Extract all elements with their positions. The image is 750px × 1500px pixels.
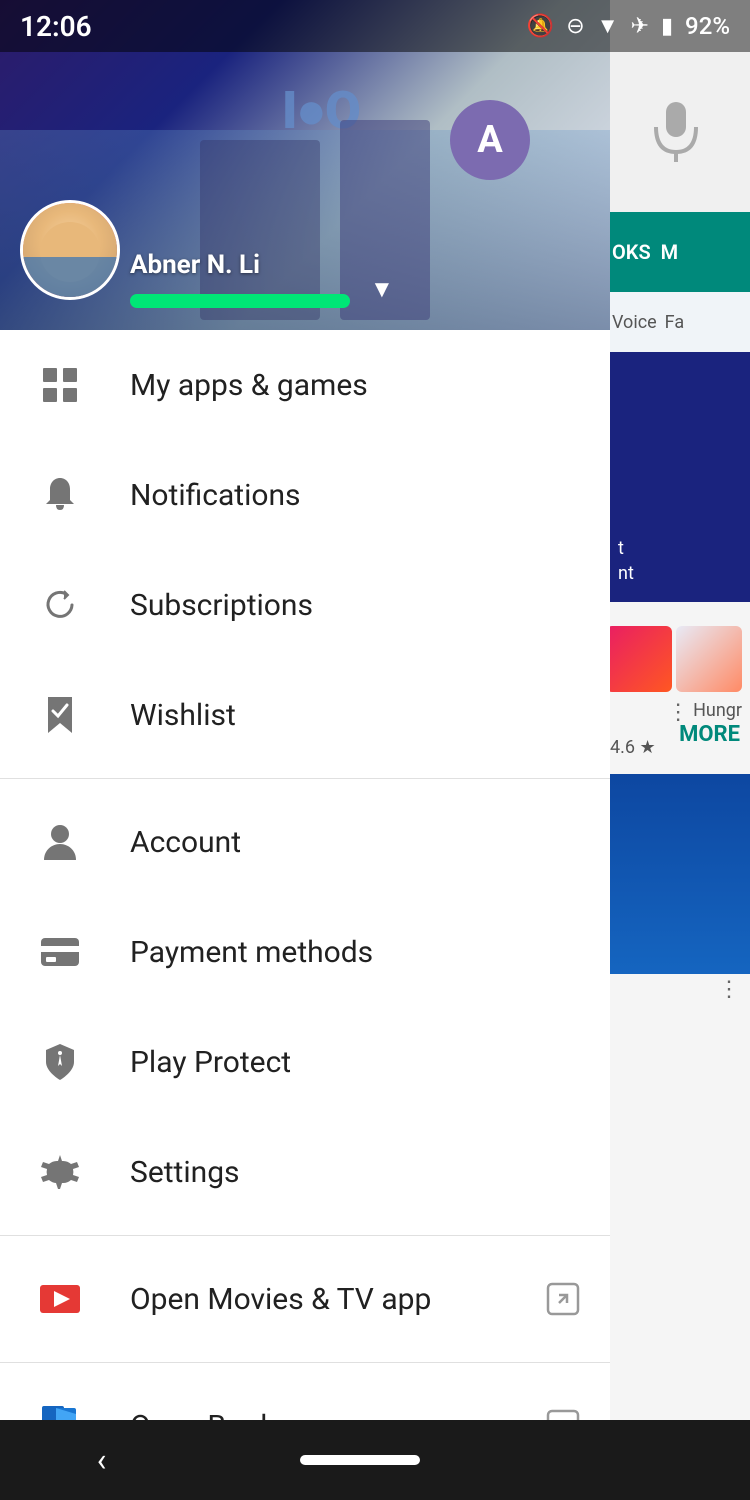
- books-tab-label[interactable]: OKS: [612, 240, 651, 264]
- menu-label-settings: Settings: [130, 1155, 240, 1190]
- menu-item-my-apps[interactable]: My apps & games: [0, 330, 610, 440]
- menu-item-subscriptions[interactable]: Subscriptions: [0, 550, 610, 660]
- menu-item-payment[interactable]: Payment methods: [0, 897, 610, 1007]
- right-tabs-area: OKS M: [602, 212, 750, 292]
- divider-after-movies-tv: [0, 1362, 610, 1363]
- menu-label-books: Open Books app: [130, 1409, 348, 1421]
- shield-icon: [30, 1032, 90, 1092]
- menu-item-movies-tv[interactable]: Open Movies & TV app: [0, 1244, 610, 1354]
- app-thumb-1[interactable]: [606, 626, 672, 692]
- right-overlay: OKS M Voice Fa tnt MORE ⋮ Hungr 4.6 ★ ⋮: [602, 0, 750, 1500]
- gear-icon: [30, 1142, 90, 1202]
- fam-label: Fa: [665, 312, 684, 333]
- person-icon: [30, 812, 90, 872]
- battery-icon: ▮: [661, 14, 673, 39]
- wifi-icon: ▼: [597, 13, 619, 39]
- status-bar: 12:06 🔕 ⊖ ▼ ✈ ▮ 92%: [0, 0, 750, 52]
- overflow-dots-2[interactable]: ⋮: [718, 977, 740, 1002]
- books-icon: [30, 1396, 90, 1420]
- divider-after-settings: [0, 1235, 610, 1236]
- menu-item-account[interactable]: Account: [0, 787, 610, 897]
- bell-icon: [30, 465, 90, 525]
- voice-label: Voice: [612, 312, 657, 333]
- avatar-a[interactable]: A: [450, 100, 530, 180]
- external-link-icon-movies-tv: [546, 1282, 580, 1316]
- status-icons: 🔕 ⊖ ▼ ✈ ▮ 92%: [527, 12, 730, 40]
- menu-item-settings[interactable]: Settings: [0, 1117, 610, 1227]
- menu-label-movies-tv: Open Movies & TV app: [130, 1282, 431, 1317]
- app-banner: [602, 774, 750, 974]
- menu-item-books[interactable]: Open Books app: [0, 1371, 610, 1420]
- status-time: 12:06: [20, 10, 92, 43]
- featured-dark-area: tnt: [602, 352, 750, 602]
- menu-label-payment: Payment methods: [130, 935, 373, 970]
- menu-label-account: Account: [130, 825, 241, 860]
- mic-area[interactable]: [602, 52, 750, 212]
- bottom-navigation: ‹: [0, 1420, 750, 1500]
- dropdown-arrow[interactable]: ▼: [370, 275, 394, 304]
- divider-after-wishlist: [0, 778, 610, 779]
- grid-icon: [30, 355, 90, 415]
- bookmark-check-icon: [30, 685, 90, 745]
- menu-item-wishlist[interactable]: Wishlist: [0, 660, 610, 770]
- progress-bar: [130, 294, 350, 308]
- menu-label-my-apps: My apps & games: [130, 368, 368, 403]
- app-thumb-2[interactable]: [676, 626, 742, 692]
- credit-card-icon: [30, 922, 90, 982]
- menu-label-subscriptions: Subscriptions: [130, 588, 313, 623]
- avatar-letter: A: [477, 118, 503, 162]
- menu-label-notifications: Notifications: [130, 478, 301, 513]
- menu-label-wishlist: Wishlist: [130, 698, 236, 733]
- external-link-icon-books: [546, 1409, 580, 1420]
- minus-circle-icon: ⊖: [566, 14, 584, 39]
- refresh-icon: [30, 575, 90, 635]
- menu-label-play-protect: Play Protect: [130, 1045, 291, 1080]
- menu-item-play-protect[interactable]: Play Protect: [0, 1007, 610, 1117]
- back-button[interactable]: ‹: [97, 1441, 107, 1479]
- face-graphic: [23, 203, 117, 297]
- mute-icon: 🔕: [527, 14, 554, 39]
- home-pill[interactable]: [300, 1455, 420, 1465]
- featured-text: tnt: [618, 536, 634, 586]
- profile-photo[interactable]: [20, 200, 120, 300]
- silhouette-1: [200, 140, 320, 320]
- hero-username: Abner N. Li: [130, 250, 260, 280]
- navigation-drawer: My apps & games Notifications Subscripti…: [0, 330, 610, 1420]
- airplane-icon: ✈: [631, 14, 649, 39]
- movies-icon: [30, 1269, 90, 1329]
- battery-percent: 92%: [685, 12, 730, 40]
- more-button[interactable]: MORE: [679, 722, 740, 747]
- movies-tab-label[interactable]: M: [661, 240, 679, 264]
- menu-item-notifications[interactable]: Notifications: [0, 440, 610, 550]
